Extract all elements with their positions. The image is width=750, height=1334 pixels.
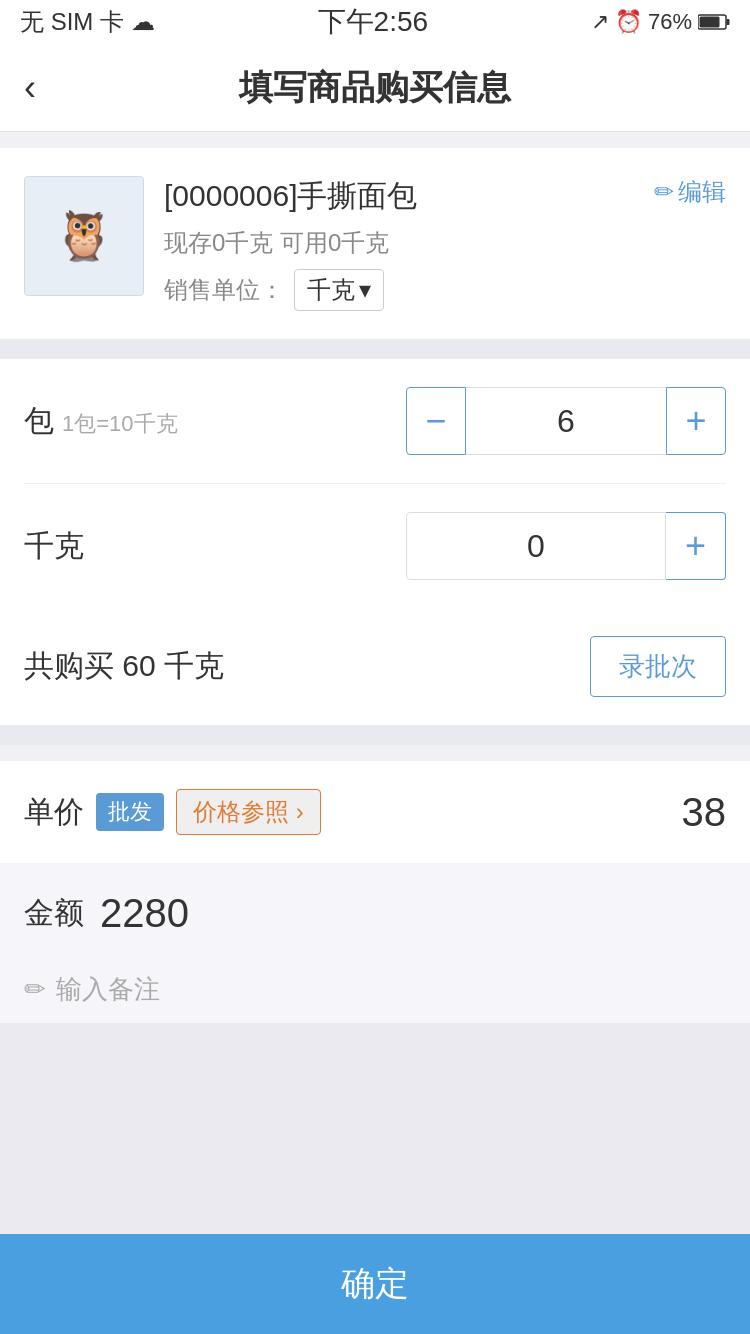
svg-rect-1 (727, 19, 730, 25)
status-right: ↗ ⏰ 76% (591, 9, 730, 35)
record-batch-button[interactable]: 录批次 (590, 636, 726, 697)
battery-text: 76% (648, 9, 692, 35)
note-row[interactable]: ✏ 输入备注 (24, 956, 726, 1023)
bao-label: 包 (24, 401, 54, 442)
edit-icon: ✏ (654, 178, 674, 206)
amount-value: 2280 (100, 891, 189, 936)
status-time: 下午2:56 (318, 3, 429, 41)
input-section: 包 1包=10千克 − + 千克 + (0, 359, 750, 608)
bao-input[interactable] (466, 387, 666, 455)
amount-row: 金额 2280 (24, 891, 726, 936)
price-value: 38 (682, 790, 727, 835)
price-section: 单价 批发 价格参照 › 38 (0, 761, 750, 863)
price-left: 单价 批发 价格参照 › (24, 789, 321, 835)
unit-value: 千克 (307, 274, 355, 306)
location-icon: ↗ (591, 9, 609, 35)
qianke-input[interactable] (406, 512, 666, 580)
price-label: 单价 (24, 792, 84, 833)
qianke-controls: + (406, 512, 726, 580)
status-bar: 无 SIM 卡 ☁ 下午2:56 ↗ ⏰ 76% (0, 0, 750, 44)
amount-label: 金额 (24, 893, 84, 934)
bao-sub-label: 1包=10千克 (62, 409, 178, 439)
page-title: 填写商品购买信息 (239, 65, 511, 111)
nav-bar: ‹ 填写商品购买信息 (0, 44, 750, 132)
qianke-plus-button[interactable]: + (666, 512, 726, 580)
dropdown-icon: ▾ (359, 276, 371, 304)
product-stock: 现存0千克 可用0千克 (164, 227, 726, 259)
bao-controls: − + (406, 387, 726, 455)
edit-label: 编辑 (678, 176, 726, 208)
product-unit-row: 销售单位： 千克 ▾ (164, 269, 726, 311)
unit-selector[interactable]: 千克 ▾ (294, 269, 384, 311)
product-card: 🦉 [0000006]手撕面包 ✏ 编辑 现存0千克 可用0千克 销售单位： 千… (0, 148, 750, 339)
total-row: 共购买 60 千克 录批次 (0, 608, 750, 725)
unit-label: 销售单位： (164, 274, 284, 306)
total-label: 共购买 60 千克 (24, 646, 224, 687)
confirm-button[interactable]: 确定 (0, 1234, 750, 1334)
product-logo: 🦉 (54, 208, 114, 264)
price-reference-button[interactable]: 价格参照 › (176, 789, 321, 835)
section-divider-2 (0, 725, 750, 745)
bao-row: 包 1包=10千克 − + (24, 359, 726, 484)
back-button[interactable]: ‹ (24, 67, 36, 109)
battery-icon (698, 14, 730, 30)
sim-text: 无 SIM 卡 ☁ (20, 6, 155, 38)
product-info: [0000006]手撕面包 ✏ 编辑 现存0千克 可用0千克 销售单位： 千克 … (164, 176, 726, 311)
svg-rect-2 (700, 17, 720, 28)
alarm-icon: ⏰ (615, 9, 642, 35)
amount-section: 金额 2280 ✏ 输入备注 (0, 863, 750, 1023)
note-icon: ✏ (24, 974, 46, 1005)
qianke-row: 千克 + (24, 484, 726, 608)
section-divider-1 (0, 339, 750, 359)
bao-plus-button[interactable]: + (666, 387, 726, 455)
edit-button[interactable]: ✏ 编辑 (654, 176, 726, 208)
price-tag: 批发 (96, 793, 164, 831)
note-placeholder: 输入备注 (56, 972, 160, 1007)
status-left: 无 SIM 卡 ☁ (20, 6, 155, 38)
product-name: [0000006]手撕面包 (164, 176, 417, 217)
qianke-label: 千克 (24, 526, 84, 567)
product-image: 🦉 (24, 176, 144, 296)
bao-minus-button[interactable]: − (406, 387, 466, 455)
